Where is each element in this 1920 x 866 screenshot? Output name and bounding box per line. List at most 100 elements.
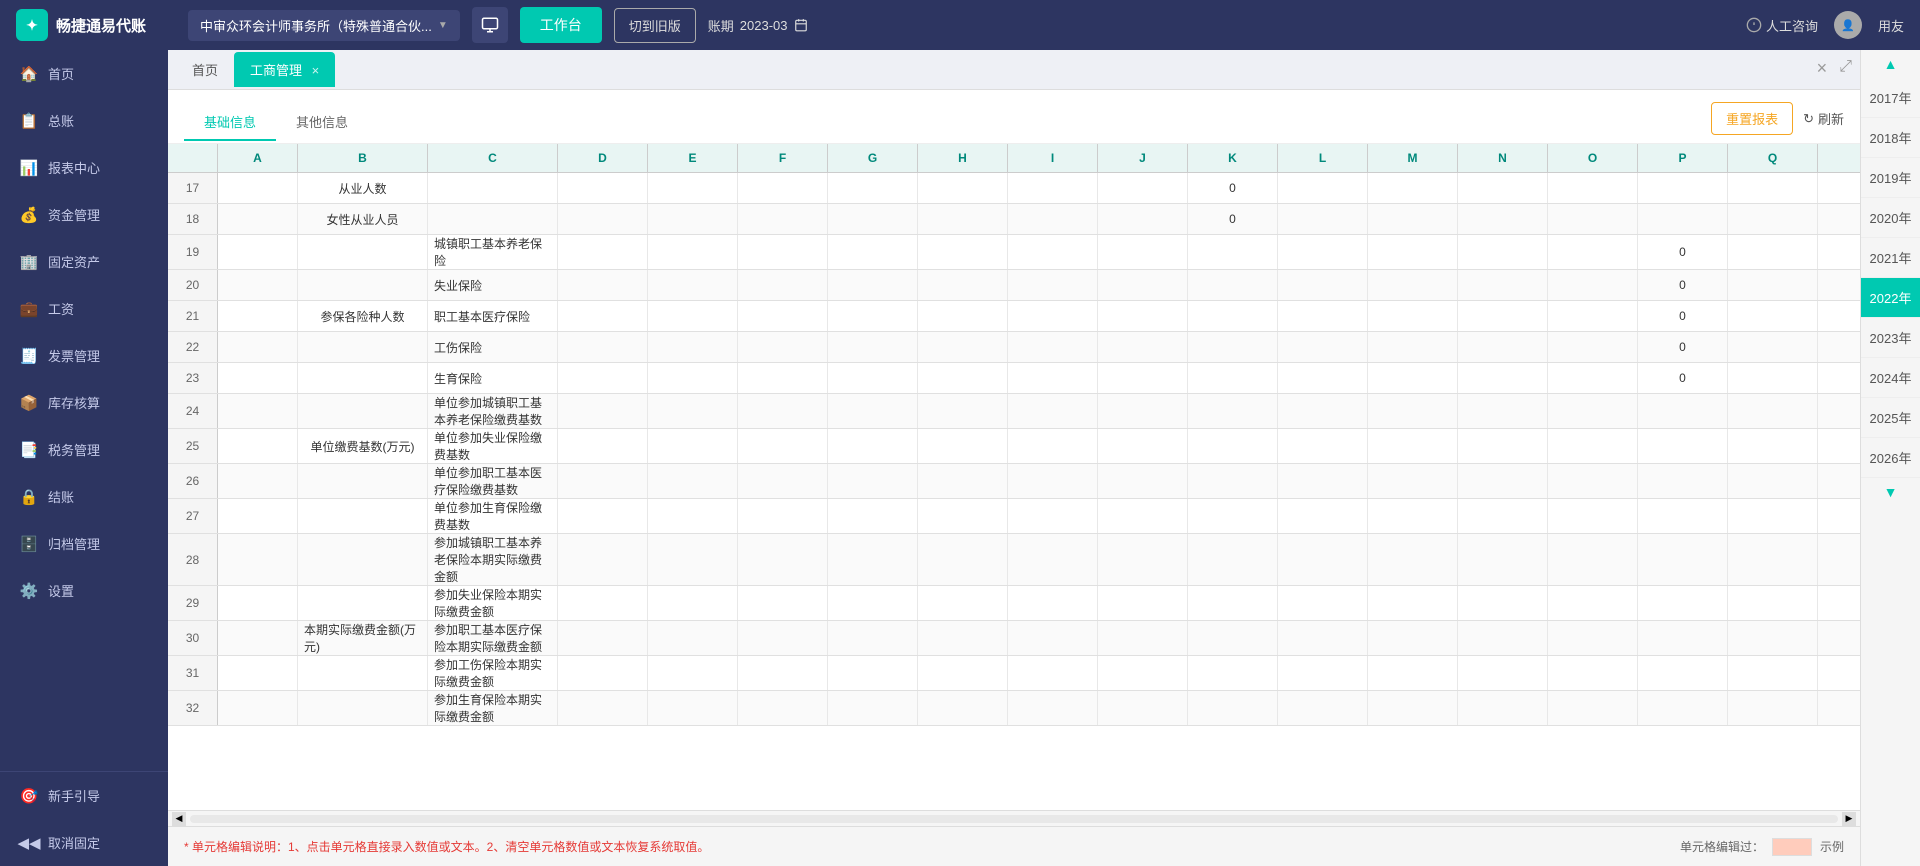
cell-26-N[interactable] xyxy=(1458,464,1548,498)
cell-24-C[interactable]: 单位参加城镇职工基本养老保险缴费基数 xyxy=(428,394,558,428)
cell-23-C[interactable]: 生育保险 xyxy=(428,363,558,393)
cell-24-O[interactable] xyxy=(1548,394,1638,428)
cell-24-D[interactable] xyxy=(558,394,648,428)
cell-30-D[interactable] xyxy=(558,621,648,655)
cell-25-J[interactable] xyxy=(1098,429,1188,463)
cell-21-A[interactable] xyxy=(218,301,298,331)
cell-31-C[interactable]: 参加工伤保险本期实际缴费金额 xyxy=(428,656,558,690)
cell-19-P[interactable]: 0 xyxy=(1638,235,1728,269)
cell-21-O[interactable] xyxy=(1548,301,1638,331)
cell-30-I[interactable] xyxy=(1008,621,1098,655)
cell-27-K[interactable] xyxy=(1188,499,1278,533)
cell-22-G[interactable] xyxy=(828,332,918,362)
cell-19-F[interactable] xyxy=(738,235,828,269)
cell-26-E[interactable] xyxy=(648,464,738,498)
cell-24-L[interactable] xyxy=(1278,394,1368,428)
cell-32-M[interactable] xyxy=(1368,691,1458,725)
h-scroll-track[interactable] xyxy=(190,815,1838,823)
cell-27-H[interactable] xyxy=(918,499,1008,533)
cell-30-L[interactable] xyxy=(1278,621,1368,655)
cell-20-A[interactable] xyxy=(218,270,298,300)
cell-27-I[interactable] xyxy=(1008,499,1098,533)
cell-28-A[interactable] xyxy=(218,534,298,585)
cell-20-N[interactable] xyxy=(1458,270,1548,300)
cell-29-I[interactable] xyxy=(1008,586,1098,620)
year-2024[interactable]: 2024年 xyxy=(1861,358,1920,398)
cell-24-M[interactable] xyxy=(1368,394,1458,428)
cell-21-D[interactable] xyxy=(558,301,648,331)
cell-17-K[interactable]: 0 xyxy=(1188,173,1278,203)
cell-19-M[interactable] xyxy=(1368,235,1458,269)
cell-31-B[interactable] xyxy=(298,656,428,690)
cell-23-N[interactable] xyxy=(1458,363,1548,393)
cell-18-O[interactable] xyxy=(1548,204,1638,234)
cell-27-B[interactable] xyxy=(298,499,428,533)
cell-26-D[interactable] xyxy=(558,464,648,498)
cell-20-C[interactable]: 失业保险 xyxy=(428,270,558,300)
cell-32-F[interactable] xyxy=(738,691,828,725)
cell-24-E[interactable] xyxy=(648,394,738,428)
cell-26-K[interactable] xyxy=(1188,464,1278,498)
cell-18-M[interactable] xyxy=(1368,204,1458,234)
cell-20-Q[interactable] xyxy=(1728,270,1818,300)
cell-22-M[interactable] xyxy=(1368,332,1458,362)
horizontal-scrollbar[interactable]: ◀ ▶ xyxy=(168,810,1860,826)
cell-21-C[interactable]: 职工基本医疗保险 xyxy=(428,301,558,331)
cell-20-G[interactable] xyxy=(828,270,918,300)
cell-20-J[interactable] xyxy=(1098,270,1188,300)
cell-22-O[interactable] xyxy=(1548,332,1638,362)
cell-32-G[interactable] xyxy=(828,691,918,725)
cell-25-B[interactable]: 单位缴费基数(万元) xyxy=(298,429,428,463)
cell-30-K[interactable] xyxy=(1188,621,1278,655)
cell-25-F[interactable] xyxy=(738,429,828,463)
cell-23-Q[interactable] xyxy=(1728,363,1818,393)
cell-24-B[interactable] xyxy=(298,394,428,428)
cell-31-F[interactable] xyxy=(738,656,828,690)
h-scroll-right-btn[interactable]: ▶ xyxy=(1842,812,1856,826)
cell-30-N[interactable] xyxy=(1458,621,1548,655)
cell-30-J[interactable] xyxy=(1098,621,1188,655)
cell-29-A[interactable] xyxy=(218,586,298,620)
cell-19-B[interactable] xyxy=(298,235,428,269)
cell-29-F[interactable] xyxy=(738,586,828,620)
cell-29-M[interactable] xyxy=(1368,586,1458,620)
cell-17-N[interactable] xyxy=(1458,173,1548,203)
cell-23-K[interactable] xyxy=(1188,363,1278,393)
cell-28-I[interactable] xyxy=(1008,534,1098,585)
cell-21-M[interactable] xyxy=(1368,301,1458,331)
cell-24-J[interactable] xyxy=(1098,394,1188,428)
cell-25-O[interactable] xyxy=(1548,429,1638,463)
cell-31-K[interactable] xyxy=(1188,656,1278,690)
cell-31-A[interactable] xyxy=(218,656,298,690)
cell-32-P[interactable] xyxy=(1638,691,1728,725)
cell-27-D[interactable] xyxy=(558,499,648,533)
cell-29-B[interactable] xyxy=(298,586,428,620)
cell-22-L[interactable] xyxy=(1278,332,1368,362)
cell-17-M[interactable] xyxy=(1368,173,1458,203)
cell-32-D[interactable] xyxy=(558,691,648,725)
sidebar-item-guide[interactable]: 🎯 新手引导 xyxy=(0,772,168,819)
cell-30-M[interactable] xyxy=(1368,621,1458,655)
cell-25-M[interactable] xyxy=(1368,429,1458,463)
h-scroll-left-btn[interactable]: ◀ xyxy=(172,812,186,826)
cell-30-P[interactable] xyxy=(1638,621,1728,655)
cell-18-P[interactable] xyxy=(1638,204,1728,234)
cell-32-H[interactable] xyxy=(918,691,1008,725)
cell-32-N[interactable] xyxy=(1458,691,1548,725)
sidebar-item-archive[interactable]: 🗄️ 归档管理 xyxy=(0,520,168,567)
cell-25-A[interactable] xyxy=(218,429,298,463)
cell-27-J[interactable] xyxy=(1098,499,1188,533)
sidebar-item-unpin[interactable]: ◀◀ 取消固定 xyxy=(0,819,168,866)
cell-25-H[interactable] xyxy=(918,429,1008,463)
cell-29-L[interactable] xyxy=(1278,586,1368,620)
cell-19-E[interactable] xyxy=(648,235,738,269)
cell-17-O[interactable] xyxy=(1548,173,1638,203)
cell-25-Q[interactable] xyxy=(1728,429,1818,463)
cell-18-F[interactable] xyxy=(738,204,828,234)
cell-18-C[interactable] xyxy=(428,204,558,234)
cell-22-D[interactable] xyxy=(558,332,648,362)
sidebar-item-ledger[interactable]: 📋 总账 xyxy=(0,97,168,144)
cell-30-E[interactable] xyxy=(648,621,738,655)
cell-25-D[interactable] xyxy=(558,429,648,463)
cell-20-F[interactable] xyxy=(738,270,828,300)
